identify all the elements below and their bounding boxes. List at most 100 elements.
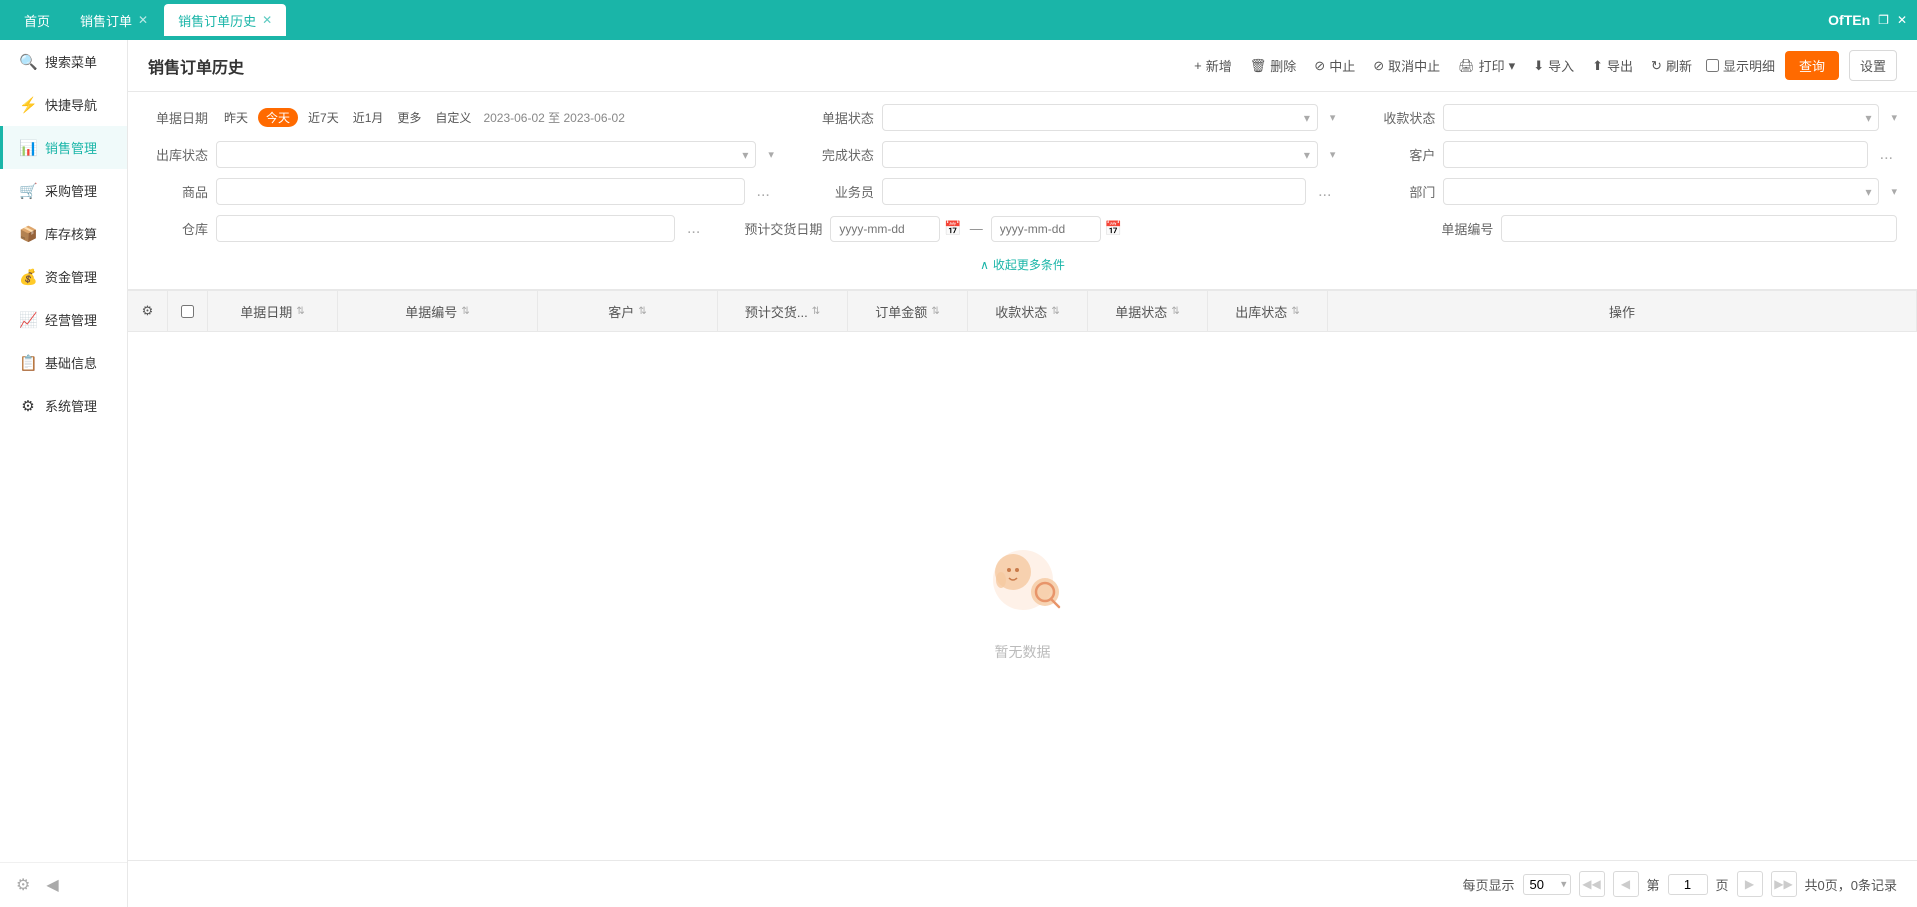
settings-button[interactable]: 设置 xyxy=(1849,50,1897,81)
first-page-button[interactable]: ◀◀ xyxy=(1579,871,1605,897)
finance-icon: 💰 xyxy=(19,268,37,286)
tab-home-label: 首页 xyxy=(24,11,50,30)
sidebar-item-basic-info[interactable]: 📋 基础信息 xyxy=(0,341,127,384)
th-doc-date-label: 单据日期 xyxy=(240,302,292,321)
filter-doc-date: 单据日期 昨天 今天 近7天 近1月 更多 自定义 2023-06-02 至 2… xyxy=(148,108,774,127)
product-label: 商品 xyxy=(148,182,208,201)
th-checkbox[interactable] xyxy=(168,291,208,331)
tab-sales-order-close[interactable]: ✕ xyxy=(138,13,148,27)
th-doc-status[interactable]: 单据状态 ⇅ xyxy=(1088,291,1208,331)
tab-sales-order-history-close[interactable]: ✕ xyxy=(262,13,272,27)
last-page-button[interactable]: ▶▶ xyxy=(1771,871,1797,897)
new-button[interactable]: + 新增 xyxy=(1190,54,1236,77)
salesperson-dots-button[interactable]: ... xyxy=(1314,183,1335,201)
th-operation-label: 操作 xyxy=(1609,302,1635,321)
tab-sales-order-history[interactable]: 销售订单历史 ✕ xyxy=(164,4,286,36)
prev-page-button[interactable]: ◀ xyxy=(1613,871,1639,897)
completion-status-label: 完成状态 xyxy=(814,145,874,164)
export-button[interactable]: ⬆ 导出 xyxy=(1588,54,1637,77)
calendar-to-icon[interactable]: 📅 xyxy=(1105,220,1122,237)
sidebar-bottom: ⚙ ◀ xyxy=(0,862,127,907)
date-btn-custom[interactable]: 自定义 xyxy=(431,108,475,127)
product-dots-button[interactable]: ... xyxy=(753,183,774,201)
th-settings[interactable]: ⚙ xyxy=(128,291,168,331)
warehouse-dots-button[interactable]: ... xyxy=(683,220,704,238)
customer-input[interactable] xyxy=(1443,141,1867,168)
stop-button[interactable]: ⊘ 中止 xyxy=(1310,54,1359,77)
cancel-stop-icon: ⊘ xyxy=(1373,58,1384,74)
per-page-select-wrapper: 10 20 50 100 xyxy=(1523,874,1571,895)
tab-home[interactable]: 首页 xyxy=(10,4,64,36)
page-title: 销售订单历史 xyxy=(148,54,244,78)
date-btn-last7[interactable]: 近7天 xyxy=(304,108,343,127)
th-out-status-label: 出库状态 xyxy=(1235,302,1287,321)
query-button[interactable]: 查询 xyxy=(1785,51,1839,80)
basic-info-icon: 📋 xyxy=(19,354,37,372)
per-page-select[interactable]: 10 20 50 100 xyxy=(1523,874,1571,895)
sidebar-item-system[interactable]: ⚙ 系统管理 xyxy=(0,384,127,427)
warehouse-input[interactable] xyxy=(216,215,675,242)
th-out-status[interactable]: 出库状态 ⇅ xyxy=(1208,291,1328,331)
sidebar-operations-label: 经营管理 xyxy=(45,310,97,329)
delivery-date-from[interactable] xyxy=(830,216,940,242)
out-status-select-wrapper xyxy=(216,141,756,168)
sidebar-item-purchase-mgmt[interactable]: 🛒 采购管理 xyxy=(0,169,127,212)
sidebar-settings-icon[interactable]: ⚙ xyxy=(16,875,30,895)
operations-icon: 📈 xyxy=(19,311,37,329)
th-doc-no[interactable]: 单据编号 ⇅ xyxy=(338,291,538,331)
th-doc-no-label: 单据编号 xyxy=(405,302,457,321)
sidebar: 🔍 搜索菜单 ⚡ 快捷导航 📊 销售管理 🛒 采购管理 📦 库存核算 💰 资金管… xyxy=(0,40,128,907)
next-page-button[interactable]: ▶ xyxy=(1737,871,1763,897)
completion-status-select[interactable] xyxy=(882,141,1318,168)
th-amount[interactable]: 订单金额 ⇅ xyxy=(848,291,968,331)
doc-no-input[interactable] xyxy=(1501,215,1897,242)
collapse-button[interactable]: ∧ 收起更多条件 xyxy=(148,252,1897,277)
sidebar-item-quick-nav[interactable]: ⚡ 快捷导航 xyxy=(0,83,127,126)
close-button[interactable]: ✕ xyxy=(1897,13,1907,27)
display-detail-input[interactable] xyxy=(1706,59,1719,72)
customer-dots-button[interactable]: ... xyxy=(1876,146,1897,164)
sort-payment-status-icon: ⇅ xyxy=(1051,306,1059,317)
payment-status-select[interactable] xyxy=(1443,104,1879,131)
sidebar-item-search-menu[interactable]: 🔍 搜索菜单 xyxy=(0,40,127,83)
out-status-select[interactable] xyxy=(216,141,756,168)
date-btn-today[interactable]: 今天 xyxy=(258,108,298,127)
sidebar-item-operations[interactable]: 📈 经营管理 xyxy=(0,298,127,341)
date-btn-last-month[interactable]: 近1月 xyxy=(349,108,388,127)
tab-sales-order[interactable]: 销售订单 ✕ xyxy=(66,4,162,36)
sidebar-collapse-icon[interactable]: ◀ xyxy=(46,875,58,895)
page-input[interactable] xyxy=(1668,874,1708,895)
calendar-from-icon[interactable]: 📅 xyxy=(944,220,961,237)
filter-doc-status: 单据状态 ▾ xyxy=(814,104,1336,131)
product-input[interactable] xyxy=(216,178,745,205)
sidebar-item-finance[interactable]: 💰 资金管理 xyxy=(0,255,127,298)
display-detail-checkbox[interactable]: 显示明细 xyxy=(1706,56,1775,75)
delivery-date-to[interactable] xyxy=(991,216,1101,242)
doc-status-select[interactable] xyxy=(882,104,1318,131)
sidebar-quick-nav-label: 快捷导航 xyxy=(45,95,97,114)
empty-state: 暂无数据 xyxy=(128,332,1917,860)
print-button[interactable]: 🖨 打印 ▾ xyxy=(1454,54,1519,77)
th-doc-date[interactable]: 单据日期 ⇅ xyxy=(208,291,338,331)
out-status-label: 出库状态 xyxy=(148,145,208,164)
delete-button[interactable]: 🗑 删除 xyxy=(1246,54,1301,77)
new-label: 新增 xyxy=(1206,56,1232,75)
th-customer[interactable]: 客户 ⇅ xyxy=(538,291,718,331)
sort-customer-icon: ⇅ xyxy=(638,306,646,317)
date-btn-yesterday[interactable]: 昨天 xyxy=(220,108,252,127)
date-btn-more[interactable]: 更多 xyxy=(393,108,425,127)
empty-text: 暂无数据 xyxy=(995,642,1051,662)
cancel-stop-button[interactable]: ⊘ 取消中止 xyxy=(1369,54,1444,77)
import-button[interactable]: ⬇ 导入 xyxy=(1529,54,1578,77)
collapse-label: 收起更多条件 xyxy=(993,256,1065,273)
th-delivery-date[interactable]: 预计交货... ⇅ xyxy=(718,291,848,331)
department-select-wrapper xyxy=(1443,178,1879,205)
sidebar-item-sales-mgmt[interactable]: 📊 销售管理 xyxy=(0,126,127,169)
refresh-button[interactable]: ↻ 刷新 xyxy=(1647,54,1696,77)
sidebar-item-inventory[interactable]: 📦 库存核算 xyxy=(0,212,127,255)
select-all-checkbox[interactable] xyxy=(181,305,194,318)
salesperson-input[interactable] xyxy=(882,178,1306,205)
restore-button[interactable]: ❐ xyxy=(1878,13,1889,27)
th-payment-status[interactable]: 收款状态 ⇅ xyxy=(968,291,1088,331)
department-select[interactable] xyxy=(1443,178,1879,205)
